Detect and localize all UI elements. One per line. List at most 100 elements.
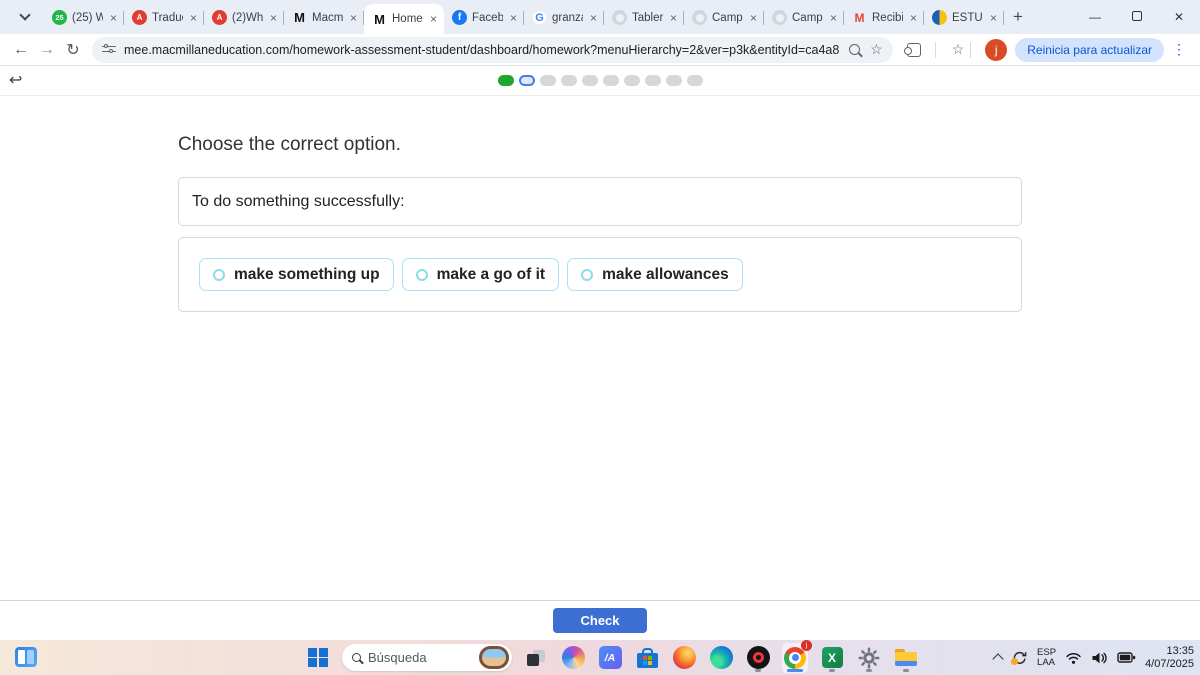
- question-text: To do something successfully:: [192, 192, 405, 210]
- profile-avatar[interactable]: j: [985, 38, 1008, 61]
- file-explorer-button[interactable]: [893, 643, 919, 673]
- option-label: make something up: [234, 265, 380, 283]
- progress-pill: [665, 75, 682, 86]
- side-panel-star-icon[interactable]: ☆: [952, 41, 965, 58]
- tab-close-icon[interactable]: ×: [828, 11, 839, 25]
- tab-google-search[interactable]: G granza ×: [524, 4, 604, 31]
- copilot-icon: [561, 646, 585, 669]
- taskbar-search[interactable]: Búsqueda: [342, 644, 512, 671]
- tab-search-button[interactable]: [8, 3, 42, 31]
- tab-close-icon[interactable]: ×: [428, 12, 439, 26]
- taskbar-clock[interactable]: 13:35 4/07/2025: [1145, 645, 1194, 671]
- tab-close-icon[interactable]: ×: [268, 11, 279, 25]
- progress-pill: [623, 75, 640, 86]
- running-indicator: [829, 668, 835, 672]
- tab-gmail[interactable]: M Recibi ×: [844, 4, 924, 31]
- tab-macmillan[interactable]: M Macmi ×: [284, 4, 364, 31]
- sync-status-icon[interactable]: [1011, 650, 1028, 666]
- running-indicator-active: [787, 668, 803, 672]
- tab-campus-2[interactable]: Campu ×: [764, 4, 844, 31]
- radio-icon[interactable]: [415, 268, 428, 281]
- tray-date: 4/07/2025: [1145, 657, 1194, 670]
- browser-tab-strip: 25 (25) W × A Traduc × A (2)Wha × M Macm…: [0, 0, 1200, 34]
- bookmark-star-icon[interactable]: ☆: [870, 41, 883, 58]
- language-indicator[interactable]: ESP LAA: [1037, 647, 1056, 668]
- tab-translate-2[interactable]: A (2)Wha ×: [204, 4, 284, 31]
- chrome-button-active[interactable]: j: [782, 639, 812, 673]
- zoom-page-icon[interactable]: [849, 44, 861, 55]
- tab-close-icon[interactable]: ×: [908, 11, 919, 25]
- microsoft-store-button[interactable]: [634, 643, 660, 673]
- tab-close-icon[interactable]: ×: [668, 11, 679, 25]
- maximize-button[interactable]: [1116, 10, 1158, 24]
- settings-button[interactable]: [856, 643, 882, 673]
- restore-icon: [1132, 11, 1142, 21]
- progress-pill: [539, 75, 556, 86]
- radio-icon[interactable]: [213, 268, 225, 281]
- speaker-icon[interactable]: [1091, 651, 1108, 665]
- tab-estudiantes[interactable]: ESTUD ×: [924, 4, 1004, 31]
- edge-button[interactable]: [708, 643, 734, 673]
- search-highlight-image[interactable]: [479, 646, 509, 669]
- tab-title: Macmi: [312, 11, 343, 24]
- forward-button[interactable]: →: [34, 41, 60, 59]
- running-indicator: [903, 668, 909, 672]
- tab-close-icon[interactable]: ×: [748, 11, 759, 25]
- tray-chevron-up-icon[interactable]: [992, 653, 1004, 665]
- wifi-icon[interactable]: [1065, 651, 1082, 665]
- firefox-button[interactable]: [671, 643, 697, 673]
- start-button[interactable]: [305, 643, 331, 673]
- task-view-icon: [527, 649, 545, 666]
- widgets-icon[interactable]: [15, 647, 37, 667]
- reload-button[interactable]: ↻: [60, 40, 86, 60]
- tab-translate-1[interactable]: A Traduc ×: [124, 4, 204, 31]
- tab-close-icon[interactable]: ×: [188, 11, 199, 25]
- chevron-down-icon: [19, 9, 31, 21]
- check-button[interactable]: Check: [553, 608, 647, 633]
- tab-facebook[interactable]: f Faceb ×: [444, 4, 524, 31]
- tab-close-icon[interactable]: ×: [588, 11, 599, 25]
- tab-tablero[interactable]: Tabler ×: [604, 4, 684, 31]
- system-tray: ESP LAA 13:35 4/07/2025: [992, 640, 1194, 675]
- window-controls: — ✕: [1074, 0, 1200, 34]
- tab-close-icon[interactable]: ×: [988, 11, 999, 25]
- back-button[interactable]: ←: [8, 41, 34, 59]
- close-button[interactable]: ✕: [1158, 10, 1200, 24]
- option-make-allowances[interactable]: make allowances: [567, 258, 743, 291]
- browser-menu-icon[interactable]: ⋮: [1172, 41, 1186, 58]
- new-tab-button[interactable]: +: [1004, 3, 1032, 31]
- tab-campus-1[interactable]: Camp ×: [684, 4, 764, 31]
- question-card: To do something successfully:: [178, 177, 1022, 226]
- windows-logo-icon: [308, 647, 328, 668]
- option-make-something-up[interactable]: make something up: [199, 258, 394, 291]
- translate-icon: A: [212, 10, 227, 25]
- tab-homework-active[interactable]: M Home ×: [364, 4, 444, 34]
- estud-icon: [932, 10, 947, 25]
- opera-gx-button[interactable]: [745, 643, 771, 673]
- edge-icon: [709, 646, 733, 669]
- radio-icon[interactable]: [581, 268, 594, 281]
- minimize-button[interactable]: —: [1074, 10, 1116, 24]
- chrome-profile-badge: j: [801, 639, 812, 651]
- extensions-icon[interactable]: [903, 42, 921, 57]
- relaunch-to-update-button[interactable]: Reinicia para actualizar: [1015, 37, 1164, 62]
- copilot-button[interactable]: [560, 643, 586, 673]
- toolbar-divider: [970, 41, 972, 58]
- tab-close-icon[interactable]: ×: [508, 11, 519, 25]
- url-text[interactable]: mee.macmillaneducation.com/homework-asse…: [124, 43, 839, 57]
- excel-button[interactable]: X: [819, 643, 845, 673]
- tab-title: ESTUD: [952, 11, 983, 24]
- running-indicator: [755, 668, 761, 672]
- battery-icon[interactable]: [1117, 651, 1136, 664]
- sync-alert-dot: [1011, 657, 1019, 665]
- tab-close-icon[interactable]: ×: [348, 11, 359, 25]
- tab-whatsapp[interactable]: 25 (25) W ×: [44, 4, 124, 31]
- crest-icon: [692, 10, 707, 25]
- task-view-button[interactable]: [523, 643, 549, 673]
- site-info-icon[interactable]: [102, 44, 116, 56]
- progress-pill: [644, 75, 661, 86]
- option-make-a-go-of-it[interactable]: make a go of it: [401, 258, 560, 291]
- slash-a-app-button[interactable]: /A: [597, 643, 623, 673]
- tab-close-icon[interactable]: ×: [108, 11, 119, 25]
- address-bar[interactable]: mee.macmillaneducation.com/homework-asse…: [92, 36, 893, 63]
